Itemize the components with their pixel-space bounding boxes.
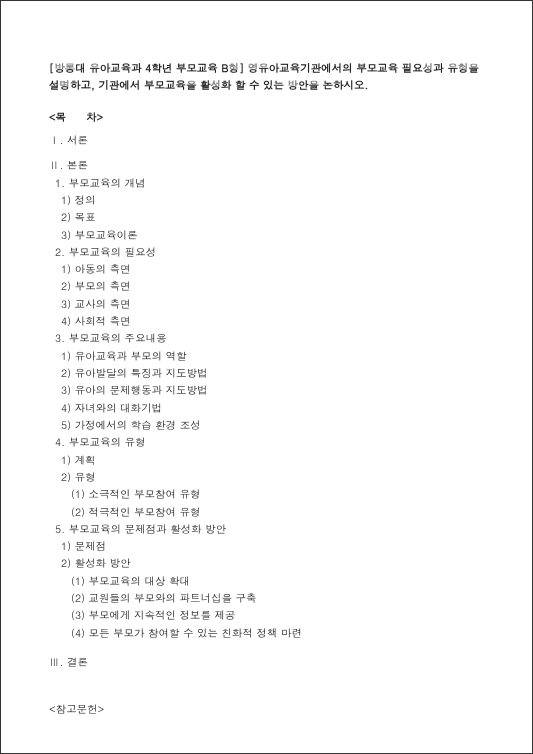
item-2-3: 3. 부모교육의 주요내용: [49, 329, 484, 346]
item-2-3-2: 2) 유아발달의 특징과 지도방법: [49, 364, 484, 381]
item-2-5-2-4: (4) 모든 부모가 참여할 수 있는 친화적 정책 마련: [49, 624, 484, 641]
item-2-5-2-1: (1) 부모교육의 대상 확대: [49, 572, 484, 589]
item-2-5-1: 1) 문제점: [49, 537, 484, 554]
toc-heading: <목 차>: [49, 108, 484, 125]
item-2-3-1: 1) 유아교육과 부모의 역할: [49, 347, 484, 364]
references-heading: <참고문헌>: [49, 700, 484, 717]
item-2-2-3: 3) 교사의 측면: [49, 295, 484, 312]
item-2-4-2-2: (2) 적극적인 부모참여 유형: [49, 503, 484, 520]
item-2-1-3: 3) 부모교육이론: [49, 226, 484, 243]
toc-heading-left: <목: [49, 109, 66, 124]
item-2-2: 2. 부모교육의 필요성: [49, 243, 484, 260]
item-2-1: 1. 부모교육의 개념: [49, 174, 484, 191]
item-2-2-1: 1) 아동의 측면: [49, 260, 484, 277]
item-2-5-2-3: (3) 부모에게 지속적인 정보를 제공: [49, 606, 484, 623]
item-2-4-2-1: (1) 소극적인 부모참여 유형: [49, 485, 484, 502]
item-2-5: 5. 부모교육의 문제점과 활성화 방안: [49, 520, 484, 537]
document-page: [방통대 유아교육과 4학년 부모교육 B형] 영유아교육기관에서의 부모교육 …: [0, 0, 533, 754]
item-2-1-2: 2) 목표: [49, 208, 484, 225]
section-2: Ⅱ. 본론: [49, 156, 484, 173]
item-2-5-2: 2) 활성화 방안: [49, 554, 484, 571]
item-2-2-4: 4) 사회적 측면: [49, 312, 484, 329]
section-3: Ⅲ. 결론: [49, 653, 484, 670]
item-2-1-1: 1) 정의: [49, 191, 484, 208]
item-2-3-4: 4) 자녀와의 대화기법: [49, 399, 484, 416]
toc-heading-right: 차>: [86, 109, 103, 124]
item-2-3-3: 3) 유아의 문제행동과 지도방법: [49, 381, 484, 398]
section-1: Ⅰ. 서론: [49, 131, 484, 148]
item-2-4-2: 2) 유형: [49, 468, 484, 485]
document-title: [방통대 유아교육과 4학년 부모교육 B형] 영유아교육기관에서의 부모교육 …: [49, 59, 484, 94]
item-2-5-2-2: (2) 교원들의 부모와의 파트너십을 구축: [49, 589, 484, 606]
item-2-2-2: 2) 부모의 측면: [49, 277, 484, 294]
item-2-3-5: 5) 가정에서의 학습 환경 조성: [49, 416, 484, 433]
item-2-4-1: 1) 계획: [49, 451, 484, 468]
item-2-4: 4. 부모교육의 유형: [49, 433, 484, 450]
